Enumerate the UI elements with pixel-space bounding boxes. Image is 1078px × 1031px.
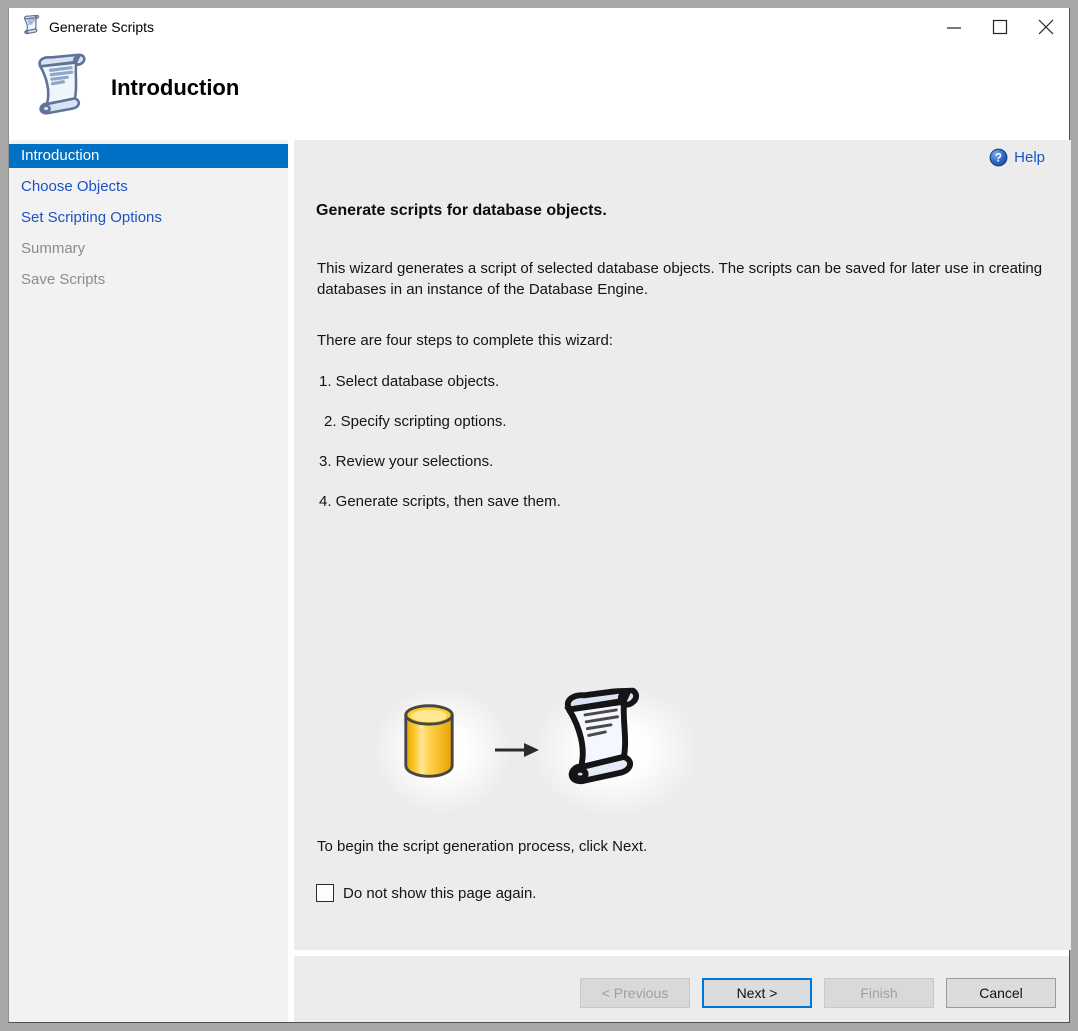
finish-button[interactable]: Finish [824, 978, 934, 1008]
database-icon [400, 701, 458, 783]
dont-show-again-checkbox[interactable] [316, 884, 334, 902]
minimize-icon [945, 18, 963, 36]
window-title: Generate Scripts [49, 19, 154, 35]
arrow-right-icon [494, 741, 540, 759]
cancel-button[interactable]: Cancel [946, 978, 1056, 1008]
title-bar: .sc-body{fill:#f0f4fd;}.sc-curl{fill:#d9… [9, 8, 1069, 45]
dont-show-again-label: Do not show this page again. [343, 885, 536, 902]
maximize-button[interactable] [977, 8, 1023, 45]
wizard-button-bar: < Previous Next > Finish Cancel [294, 956, 1069, 1022]
close-button[interactable] [1023, 8, 1069, 45]
help-link[interactable]: ? Help [989, 148, 1045, 167]
sidebar-item-summary: Summary [9, 237, 288, 261]
dont-show-again-row[interactable]: Do not show this page again. [316, 884, 536, 902]
step-1: 1. Select database objects. [319, 373, 499, 390]
scroll-header-icon [25, 49, 89, 135]
footer-note: To begin the script generation process, … [317, 838, 647, 855]
minimize-button[interactable] [931, 8, 977, 45]
intro-paragraph: This wizard generates a script of select… [317, 258, 1049, 301]
next-button[interactable]: Next > [702, 978, 812, 1008]
sidebar-item-introduction[interactable]: Introduction [9, 144, 288, 168]
main-heading: Generate scripts for database objects. [316, 202, 607, 220]
step-2: 2. Specify scripting options. [324, 413, 507, 430]
wizard-steps-sidebar: Introduction Choose Objects Set Scriptin… [9, 140, 288, 1022]
svg-text:?: ? [995, 153, 1002, 165]
wizard-header: Introduction [9, 45, 1069, 140]
maximize-icon [991, 18, 1009, 36]
step-4: 4. Generate scripts, then save them. [319, 493, 561, 510]
script-scroll-icon [538, 687, 654, 809]
help-label: Help [1014, 149, 1045, 166]
database-to-script-illustration [372, 683, 702, 818]
wizard-window: .sc-body{fill:#f0f4fd;}.sc-curl{fill:#d9… [8, 8, 1070, 1023]
page-title: Introduction [111, 75, 239, 101]
help-icon: ? [989, 148, 1008, 167]
sidebar-item-save-scripts: Save Scripts [9, 268, 288, 292]
scroll-app-icon: .sc-body{fill:#f0f4fd;}.sc-curl{fill:#d9… [19, 15, 41, 39]
sidebar-item-set-scripting-options[interactable]: Set Scripting Options [9, 206, 288, 230]
sidebar-item-choose-objects[interactable]: Choose Objects [9, 175, 288, 199]
step-3: 3. Review your selections. [319, 453, 493, 470]
close-icon [1036, 17, 1056, 37]
introduction-page-panel: ? Help Generate scripts for database obj… [294, 140, 1071, 950]
window-controls [931, 8, 1069, 45]
steps-intro: There are four steps to complete this wi… [317, 332, 613, 349]
previous-button[interactable]: < Previous [580, 978, 690, 1008]
